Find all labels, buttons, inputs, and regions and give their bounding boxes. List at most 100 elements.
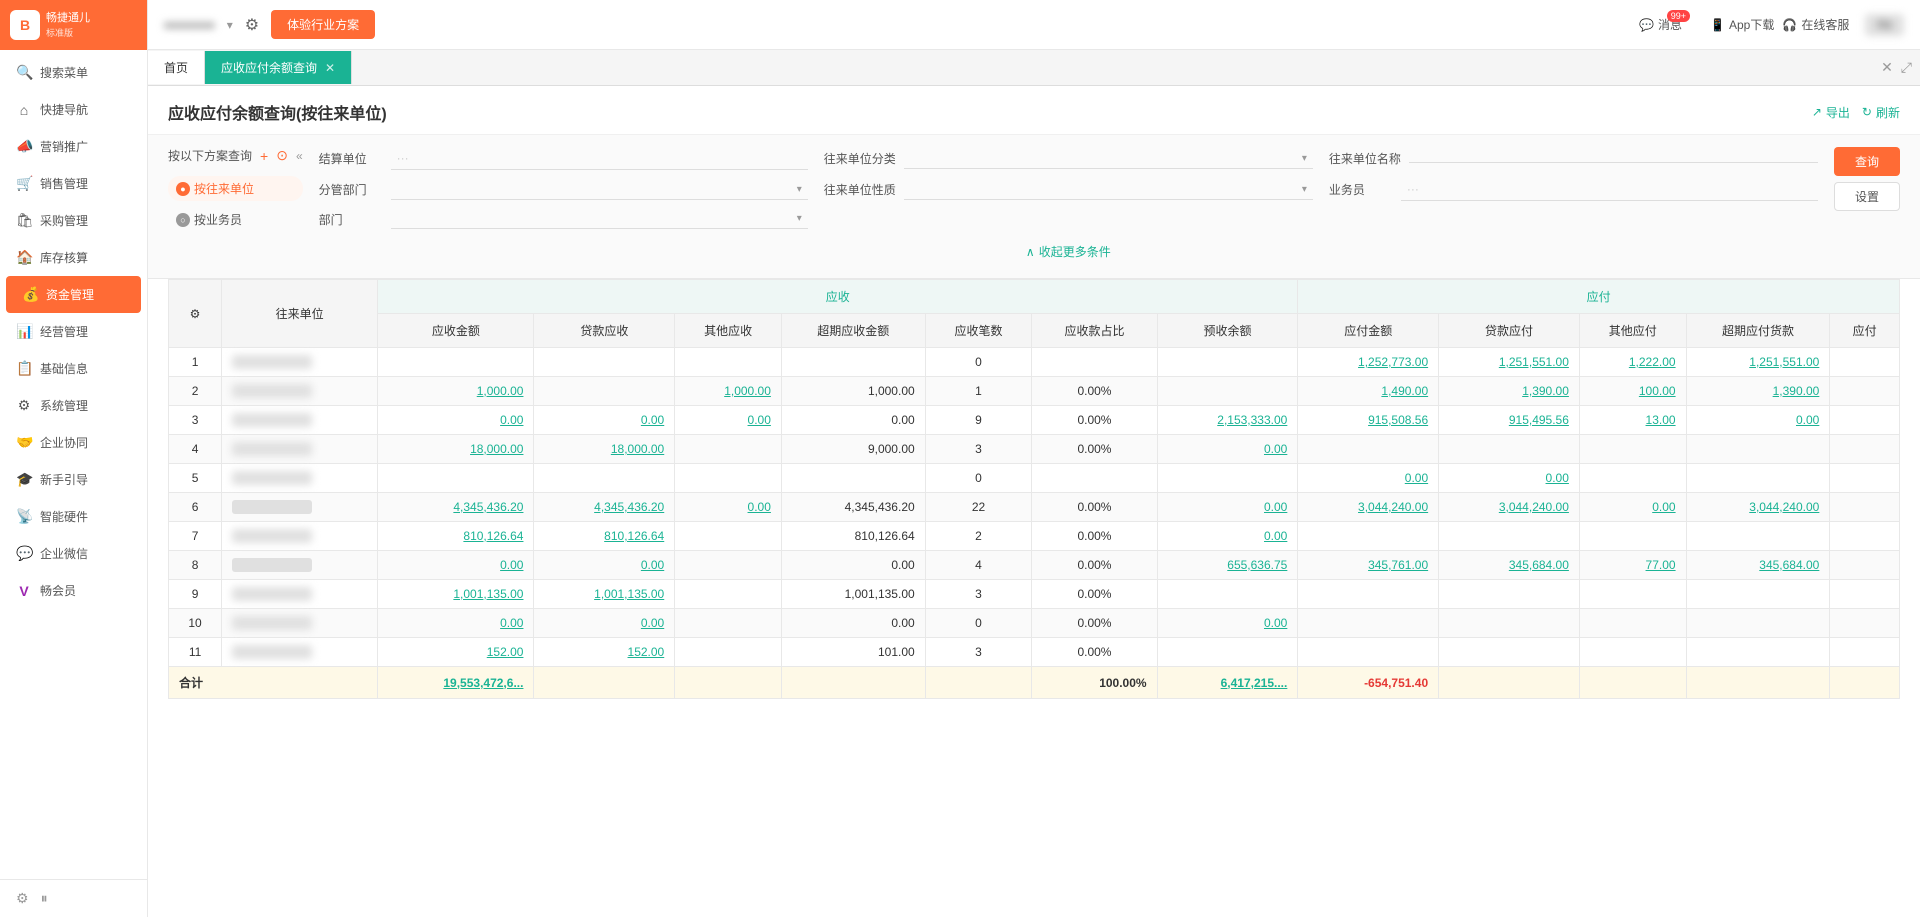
row-prepay[interactable]: 2,153,333.00 — [1157, 406, 1298, 435]
sidebar-item-wechat[interactable]: 💬 企业微信 — [0, 535, 147, 572]
sub-nav-by-partner[interactable]: ● 按往来单位 — [168, 176, 303, 201]
sidebar-item-basic[interactable]: 📋 基础信息 — [0, 350, 147, 387]
row-ar-other[interactable]: 0.00 — [675, 493, 782, 522]
footer-collapse-icon[interactable]: ⏸ — [41, 890, 48, 907]
row-ar-amount[interactable]: 18,000.00 — [378, 435, 534, 464]
dept-manager-input[interactable]: ▾ — [391, 180, 808, 200]
row-ar-other[interactable]: 0.00 — [675, 406, 782, 435]
row-ar-loan[interactable]: 810,126.64 — [534, 522, 675, 551]
sidebar-item-inventory[interactable]: 🏠 库存核算 — [0, 239, 147, 276]
row-ar-loan[interactable]: 152.00 — [534, 638, 675, 667]
industry-solution-button[interactable]: 体验行业方案 — [271, 10, 375, 39]
row-ar-amount[interactable]: 1,000.00 — [378, 377, 534, 406]
dept-input[interactable]: ▾ — [391, 209, 808, 229]
row-ar-loan[interactable]: 0.00 — [534, 551, 675, 580]
row-ar-loan[interactable]: 4,345,436.20 — [534, 493, 675, 522]
row-ar-loan[interactable]: 0.00 — [534, 609, 675, 638]
row-ap-amount[interactable]: 1,490.00 — [1298, 377, 1439, 406]
row-prepay[interactable]: 0.00 — [1157, 609, 1298, 638]
row-prepay[interactable]: 0.00 — [1157, 435, 1298, 464]
topbar-gear-icon[interactable]: ⚙ — [245, 15, 259, 35]
settlement-input[interactable]: ··· — [391, 147, 808, 170]
sidebar-item-search-menu[interactable]: 🔍 搜索菜单 — [0, 54, 147, 91]
export-button[interactable]: ↗ 导出 — [1812, 104, 1850, 121]
row-ap-overdue[interactable]: 1,390.00 — [1686, 377, 1830, 406]
row-ar-amount[interactable]: 810,126.64 — [378, 522, 534, 551]
sidebar-item-hardware[interactable]: 📡 智能硬件 — [0, 498, 147, 535]
sidebar-item-finance[interactable]: 💰 资金管理 — [6, 276, 141, 313]
message-button[interactable]: 💬 消息 99+ — [1639, 16, 1682, 33]
row-ap-amount[interactable]: 345,761.00 — [1298, 551, 1439, 580]
row-ap-overdue[interactable]: 345,684.00 — [1686, 551, 1830, 580]
sidebar-item-member[interactable]: V 畅会员 — [0, 572, 147, 609]
query-add-icon[interactable]: + — [260, 148, 268, 164]
partner-nature-input[interactable]: ▾ — [904, 180, 1313, 200]
row-ap-other[interactable]: 77.00 — [1579, 551, 1686, 580]
sidebar-item-system[interactable]: ⚙ 系统管理 — [0, 387, 147, 424]
tab-query[interactable]: 应收应付余额查询 ✕ — [205, 51, 352, 84]
tab-close-icon[interactable]: ✕ — [325, 61, 335, 75]
sidebar: B 畅捷通儿 标准版 🔍 搜索菜单 ⌂ 快捷导航 📣 营销推广 🛒 销售管理 🛍… — [0, 0, 148, 917]
footer-settings-icon[interactable]: ⚙ — [16, 890, 29, 907]
footer-prepay[interactable]: 6,417,215.... — [1157, 667, 1298, 699]
row-ar-amount[interactable]: 1,001,135.00 — [378, 580, 534, 609]
settings-button[interactable]: 设置 — [1834, 182, 1900, 211]
tab-expand-icon[interactable]: ⤢ — [1901, 59, 1912, 76]
row-ap-amount[interactable]: 0.00 — [1298, 464, 1439, 493]
row-ar-loan[interactable]: 1,001,135.00 — [534, 580, 675, 609]
collapse-button[interactable]: ∧ 收起更多条件 — [1026, 243, 1111, 260]
tab-close-all-icon[interactable]: ✕ — [1881, 59, 1893, 76]
salesman-input[interactable]: ··· — [1401, 178, 1818, 201]
sub-nav-by-salesman[interactable]: ○ 按业务员 — [168, 207, 303, 232]
query-button[interactable]: 查询 — [1834, 147, 1900, 176]
row-prepay[interactable]: 0.00 — [1157, 493, 1298, 522]
sidebar-item-guide[interactable]: 🎓 新手引导 — [0, 461, 147, 498]
row-ap-other[interactable]: 0.00 — [1579, 493, 1686, 522]
user-avatar[interactable]: Rit — [1865, 14, 1904, 36]
sidebar-item-quick-nav[interactable]: ⌂ 快捷导航 — [0, 91, 147, 128]
row-ap-amount[interactable]: 1,252,773.00 — [1298, 348, 1439, 377]
row-ap-overdue[interactable]: 3,044,240.00 — [1686, 493, 1830, 522]
th-settings[interactable]: ⚙ — [169, 280, 222, 348]
sidebar-item-enterprise[interactable]: 🤝 企业协同 — [0, 424, 147, 461]
query-collapse-icon[interactable]: « — [296, 149, 303, 163]
row-ap-other[interactable]: 100.00 — [1579, 377, 1686, 406]
sidebar-item-marketing[interactable]: 📣 营销推广 — [0, 128, 147, 165]
row-ar-loan[interactable]: 0.00 — [534, 406, 675, 435]
row-ap-loan[interactable]: 345,684.00 — [1439, 551, 1580, 580]
row-ap-overdue[interactable]: 0.00 — [1686, 406, 1830, 435]
row-ar-amount[interactable]: 0.00 — [378, 551, 534, 580]
row-prepay[interactable]: 655,636.75 — [1157, 551, 1298, 580]
row-ap-amount[interactable]: 3,044,240.00 — [1298, 493, 1439, 522]
sidebar-item-purchase[interactable]: 🛍 采购管理 — [0, 202, 147, 239]
row-ar-amount[interactable]: 0.00 — [378, 609, 534, 638]
row-ap-loan[interactable]: 0.00 — [1439, 464, 1580, 493]
sidebar-item-operations[interactable]: 📊 经营管理 — [0, 313, 147, 350]
online-service-button[interactable]: 🎧 在线客服 — [1782, 16, 1849, 33]
row-ap-other[interactable]: 13.00 — [1579, 406, 1686, 435]
row-ap-loan[interactable]: 915,495.56 — [1439, 406, 1580, 435]
footer-ar-amount[interactable]: 19,553,472,6... — [378, 667, 534, 699]
row-ap-other — [1579, 580, 1686, 609]
row-ap-overdue[interactable]: 1,251,551.00 — [1686, 348, 1830, 377]
app-download-button[interactable]: 📱 App下载 — [1710, 16, 1774, 33]
row-ar-loan[interactable]: 18,000.00 — [534, 435, 675, 464]
breadcrumb-chevron-icon[interactable]: ▾ — [227, 18, 233, 32]
refresh-button[interactable]: ↻ 刷新 — [1862, 104, 1900, 121]
row-ap-loan[interactable]: 1,251,551.00 — [1439, 348, 1580, 377]
row-ap-loan[interactable]: 3,044,240.00 — [1439, 493, 1580, 522]
member-icon: V — [16, 583, 32, 599]
partner-name-input[interactable] — [1409, 154, 1818, 163]
row-ap-other[interactable]: 1,222.00 — [1579, 348, 1686, 377]
row-ar-amount[interactable]: 152.00 — [378, 638, 534, 667]
row-ap-amount[interactable]: 915,508.56 — [1298, 406, 1439, 435]
row-ar-amount[interactable]: 4,345,436.20 — [378, 493, 534, 522]
tab-home[interactable]: 首页 — [148, 51, 205, 84]
row-ar-amount[interactable]: 0.00 — [378, 406, 534, 435]
query-settings-icon[interactable]: ⊙ — [276, 147, 288, 164]
partner-category-input[interactable]: ▾ — [904, 149, 1313, 169]
row-ap-loan[interactable]: 1,390.00 — [1439, 377, 1580, 406]
row-ar-other[interactable]: 1,000.00 — [675, 377, 782, 406]
sidebar-item-sales[interactable]: 🛒 销售管理 — [0, 165, 147, 202]
row-prepay[interactable]: 0.00 — [1157, 522, 1298, 551]
